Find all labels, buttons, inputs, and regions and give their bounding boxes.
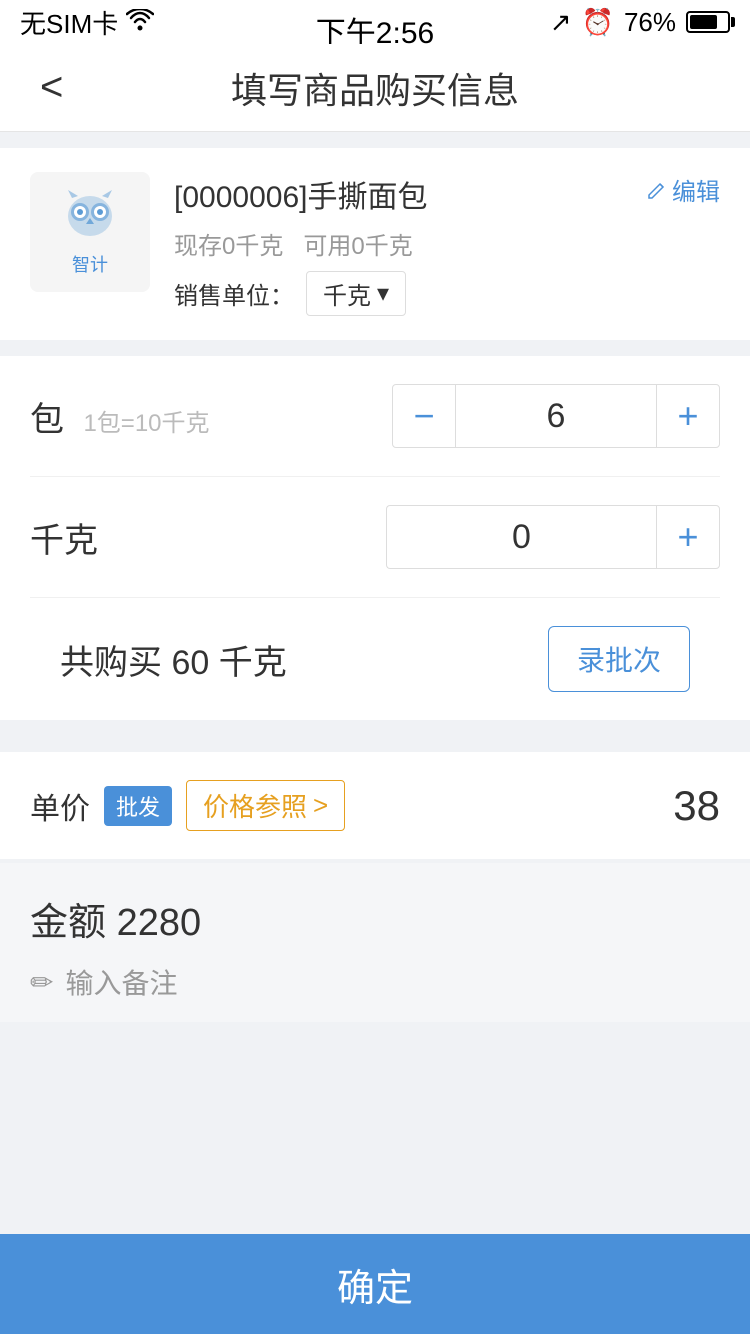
pack-label: 包 1包=10千克: [30, 392, 392, 441]
pack-hint: 1包=10千克: [83, 410, 209, 437]
kg-increment-button[interactable]: +: [656, 505, 720, 569]
pack-decrement-button[interactable]: −: [392, 384, 456, 448]
wifi-icon: [126, 7, 154, 38]
nav-bar: < 填写商品购买信息: [0, 44, 750, 132]
pack-quantity-row: 包 1包=10千克 − +: [30, 356, 720, 477]
price-section: 单价 批发 价格参照 > 38: [0, 752, 750, 859]
kg-label: 千克: [30, 513, 386, 562]
section-divider-1: [0, 340, 750, 356]
kg-quantity-row: 千克 +: [30, 477, 720, 597]
price-tag: 批发: [104, 786, 172, 826]
price-value: 38: [673, 782, 720, 830]
status-indicators: ↗ ⏰ 76%: [550, 7, 730, 38]
pack-increment-button[interactable]: +: [656, 384, 720, 448]
product-stock: 现存0千克 可用0千克: [174, 226, 720, 261]
amount-row: 金额 2280: [30, 891, 720, 946]
total-row: 共购买 60 千克 录批次: [30, 597, 720, 720]
section-divider-2: [0, 720, 750, 736]
product-card: 智计 [0000006]手撕面包 编辑 现存0千克 可用0千克 销售单位： 千克: [0, 148, 750, 340]
chevron-right-icon: >: [313, 790, 328, 821]
kg-quantity-control: +: [386, 505, 720, 569]
battery-percent: 76%: [624, 7, 676, 38]
status-bar: 无SIM卡 下午2:56 ↗ ⏰ 76%: [0, 0, 750, 44]
carrier-text: 无SIM卡: [20, 4, 118, 41]
unit-select[interactable]: 千克 ▾: [306, 271, 406, 316]
location-icon: ↗: [550, 7, 572, 38]
pencil-icon: ✏: [30, 966, 53, 999]
amount-section: 金额 2280 ✏ 输入备注: [0, 863, 750, 1022]
product-image: 智计: [30, 172, 150, 292]
total-label: 共购买 60 千克: [60, 635, 287, 684]
product-logo-icon: [60, 188, 120, 247]
record-batch-button[interactable]: 录批次: [548, 626, 690, 692]
product-name: [0000006]手撕面包: [174, 172, 427, 216]
quantity-section: 包 1包=10千克 − + 千克 + 共购买 60 千克 录批次: [0, 356, 750, 720]
pack-quantity-control: − +: [392, 384, 720, 448]
price-label: 单价: [30, 784, 90, 828]
edit-button[interactable]: 编辑: [646, 172, 720, 207]
status-carrier: 无SIM卡: [20, 4, 154, 41]
confirm-button[interactable]: 确定: [0, 1234, 750, 1334]
bottom-spacer: [0, 1022, 750, 1142]
remark-row[interactable]: ✏ 输入备注: [30, 962, 720, 1002]
page-title: 填写商品购买信息: [231, 62, 519, 114]
battery-icon: [686, 11, 730, 33]
logo-text: 智计: [72, 251, 108, 277]
back-button[interactable]: <: [30, 55, 73, 120]
price-reference-button[interactable]: 价格参照 >: [186, 780, 345, 831]
pack-quantity-input[interactable]: [456, 384, 656, 448]
product-info: [0000006]手撕面包 编辑 现存0千克 可用0千克 销售单位： 千克 ▾: [174, 172, 720, 316]
chevron-down-icon: ▾: [377, 279, 389, 308]
alarm-icon: ⏰: [582, 7, 614, 38]
kg-quantity-input[interactable]: [386, 505, 656, 569]
remark-placeholder: 输入备注: [65, 962, 177, 1002]
product-unit-row: 销售单位： 千克 ▾: [174, 271, 720, 316]
